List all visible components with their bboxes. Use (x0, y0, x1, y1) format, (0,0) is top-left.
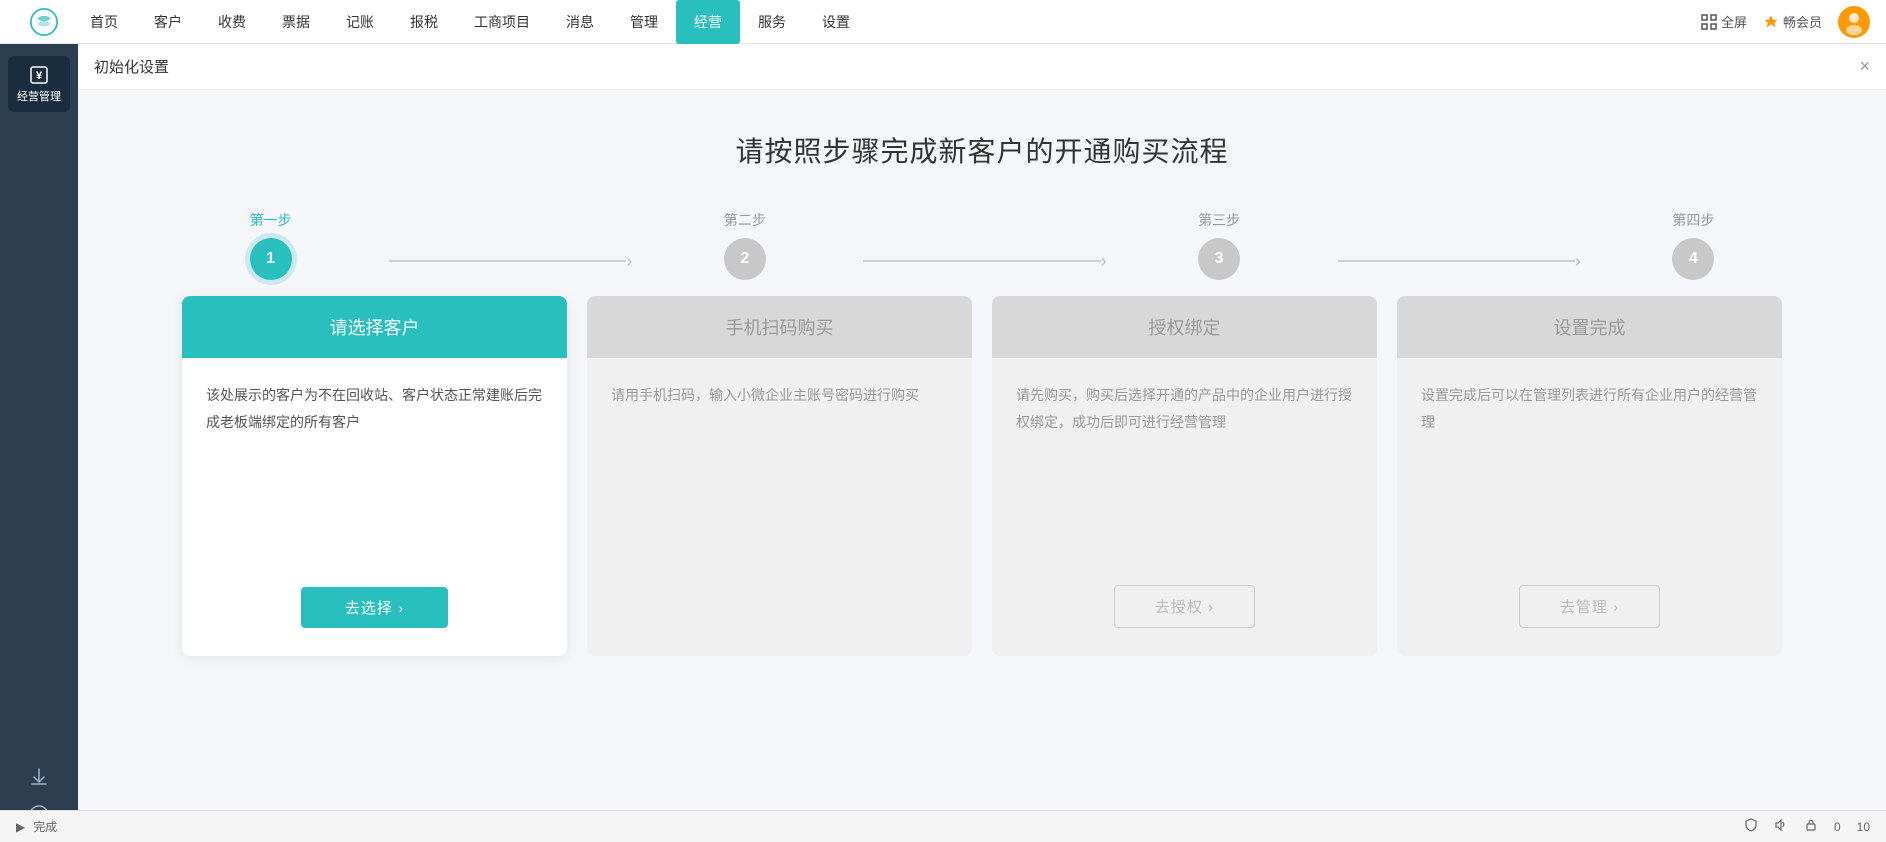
card-1: 请选择客户 该处展示的客户为不在回收站、客户状态正常建账后完成老板端绑定的所有客… (182, 296, 567, 656)
fullscreen-button[interactable]: 全屏 (1701, 12, 1747, 31)
step-4-dot: 4 (1672, 238, 1714, 280)
step-4-label: 第四步 (1672, 210, 1714, 230)
card-2-footer (587, 612, 972, 656)
step-3-label: 第三步 (1198, 210, 1240, 230)
page-title: 初始化设置 (94, 56, 169, 77)
nav-item-记账[interactable]: 记账 (328, 0, 392, 44)
card-1-header: 请选择客户 (182, 296, 567, 358)
card-3: 授权绑定 请先购买，购买后选择开通的产品中的企业用户进行授权绑定，成功后即可进行… (992, 296, 1377, 656)
card-3-header: 授权绑定 (992, 296, 1377, 358)
step-3-dot: 3 (1198, 238, 1240, 280)
card-3-body: 请先购买，购买后选择开通的产品中的企业用户进行授权绑定，成功后即可进行经营管理 (992, 358, 1377, 569)
nav-item-收费[interactable]: 收费 (200, 0, 264, 44)
user-avatar[interactable] (1838, 6, 1870, 38)
nav-item-客户[interactable]: 客户 (136, 0, 200, 44)
svg-text:¥: ¥ (36, 70, 43, 82)
card-1-body: 该处展示的客户为不在回收站、客户状态正常建账后完成老板端绑定的所有客户 (182, 358, 567, 571)
card-2: 手机扫码购买 请用手机扫码，输入小微企业主账号密码进行购买 (587, 296, 972, 656)
nav-item-工商项目[interactable]: 工商项目 (456, 0, 548, 44)
content-area: 请按照步骤完成新客户的开通购买流程 第一步 1 › (78, 90, 1886, 842)
shield-icon (1744, 818, 1758, 835)
go-select-button[interactable]: 去选择 › (301, 587, 448, 628)
play-icon: ▶ (16, 820, 25, 834)
battery-icon: 10 (1857, 820, 1870, 834)
step-4-col: 第四步 4 (1575, 210, 1812, 280)
member-button[interactable]: 畅会员 (1763, 12, 1822, 31)
nav-item-报税[interactable]: 报税 (392, 0, 456, 44)
card-4-body: 设置完成后可以在管理列表进行所有企业用户的经营管理 (1397, 358, 1782, 569)
bottom-bar-right: 0 10 (1744, 818, 1870, 835)
network-icon: 0 (1834, 820, 1841, 834)
nav-item-经营[interactable]: 经营 (676, 0, 740, 44)
nav-item-票据[interactable]: 票据 (264, 0, 328, 44)
card-3-footer: 去授权 › (992, 569, 1377, 656)
nav-menu: 首页客户收费票据记账报税工商项目消息管理经营服务设置 (72, 0, 1701, 44)
step-1-label: 第一步 (250, 210, 292, 230)
cards-row: 请选择客户 该处展示的客户为不在回收站、客户状态正常建账后完成老板端绑定的所有客… (182, 296, 1782, 656)
logo (16, 8, 72, 36)
connector-2: › (863, 260, 1100, 280)
card-1-footer: 去选择 › (182, 571, 567, 656)
nav-item-设置[interactable]: 设置 (804, 0, 868, 44)
page-header: 初始化设置 × (78, 44, 1886, 90)
card-4: 设置完成 设置完成后可以在管理列表进行所有企业用户的经营管理 去管理 › (1397, 296, 1782, 656)
close-button[interactable]: × (1859, 56, 1870, 77)
card-4-footer: 去管理 › (1397, 569, 1782, 656)
steps-row: 第一步 1 › 第二步 2 (152, 210, 1812, 280)
connector-3: › (1338, 260, 1575, 280)
status-text: 完成 (33, 818, 57, 835)
flow-title: 请按照步骤完成新客户的开通购买流程 (735, 130, 1228, 170)
connector-1: › (389, 260, 626, 280)
go-manage-button[interactable]: 去管理 › (1519, 585, 1660, 628)
main-content-area: 初始化设置 × 请按照步骤完成新客户的开通购买流程 第一步 1 (78, 44, 1886, 842)
sidebar-item-management[interactable]: ¥ 经营管理 (8, 56, 70, 112)
step-3-col: 第三步 3 (1101, 210, 1338, 280)
step-2-dot: 2 (724, 238, 766, 280)
card-2-header: 手机扫码购买 (587, 296, 972, 358)
download-icon[interactable] (28, 766, 50, 788)
flow-wrapper: 第一步 1 › 第二步 2 (152, 210, 1812, 656)
nav-item-消息[interactable]: 消息 (548, 0, 612, 44)
step-1-dot: 1 (250, 238, 292, 280)
top-navigation: 首页客户收费票据记账报税工商项目消息管理经营服务设置 全屏 畅会员 (0, 0, 1886, 44)
card-2-body: 请用手机扫码，输入小微企业主账号密码进行购买 (587, 358, 972, 612)
step-1-col: 第一步 1 (152, 210, 389, 280)
nav-item-管理[interactable]: 管理 (612, 0, 676, 44)
nav-item-服务[interactable]: 服务 (740, 0, 804, 44)
go-authorize-button[interactable]: 去授权 › (1114, 585, 1255, 628)
nav-item-首页[interactable]: 首页 (72, 0, 136, 44)
step-2-label: 第二步 (724, 210, 766, 230)
lock-icon (1804, 818, 1818, 835)
sidebar: ¥ 经营管理 ? (0, 44, 78, 842)
nav-right: 全屏 畅会员 (1701, 6, 1870, 38)
main-layout: ¥ 经营管理 ? 初始化设置 × 请按照步骤完成新客户的开通购买流程 (0, 44, 1886, 842)
volume-icon (1774, 818, 1788, 835)
bottom-bar: ▶ 完成 0 10 (0, 810, 1886, 842)
step-2-col: 第二步 2 (626, 210, 863, 280)
card-4-header: 设置完成 (1397, 296, 1782, 358)
